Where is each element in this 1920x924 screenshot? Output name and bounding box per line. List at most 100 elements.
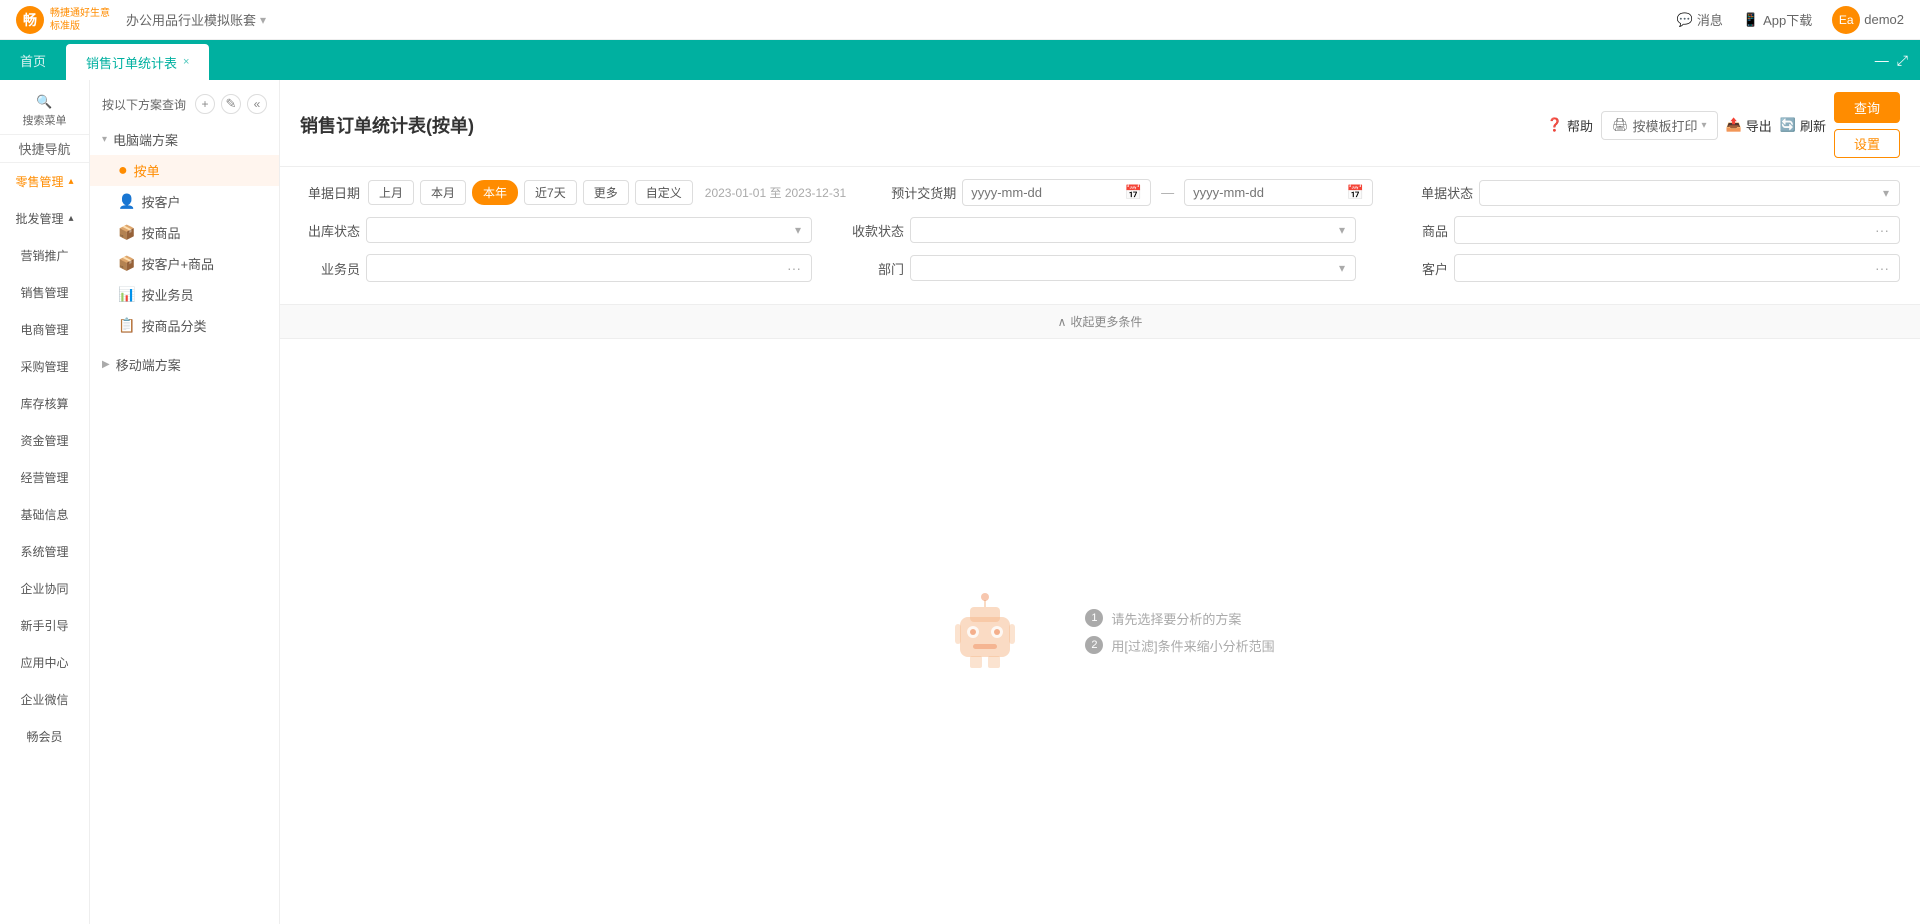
out-status-select[interactable]: ▾ xyxy=(366,217,812,243)
date-btn-last-month[interactable]: 上月 xyxy=(368,180,414,205)
collapse-bar[interactable]: ∧ 收起更多条件 xyxy=(280,305,1920,339)
export-button[interactable]: 📤 导出 xyxy=(1726,116,1772,135)
customer-label: 客户 xyxy=(1388,259,1448,278)
sidebar-item-purchase[interactable]: 采购管理 xyxy=(0,348,89,385)
lp-item-按客户商品[interactable]: 📦 按客户+商品 xyxy=(90,248,279,279)
wholesale-arrow-icon: ▴ xyxy=(68,213,73,224)
sidebar-item-operations[interactable]: 经营管理 xyxy=(0,459,89,496)
date-btn-this-month[interactable]: 本月 xyxy=(420,180,466,205)
collapse-button[interactable]: ∧ 收起更多条件 xyxy=(1058,313,1143,330)
sidebar-item-member[interactable]: 畅会员 xyxy=(0,718,89,755)
lp-item-按客户[interactable]: 👤 按客户 xyxy=(90,186,279,217)
sidebar-item-wholesale[interactable]: 批发管理 ▴ xyxy=(0,200,89,237)
sidebar-item-inventory[interactable]: 库存核算 xyxy=(0,385,89,422)
lp-item-按商品分类[interactable]: 📋 按商品分类 xyxy=(90,310,279,341)
message-button[interactable]: 💬 消息 xyxy=(1677,10,1723,29)
user-profile-button[interactable]: Ea demo2 xyxy=(1832,6,1904,34)
query-button[interactable]: 查询 xyxy=(1834,92,1900,123)
sidebar-item-wechat[interactable]: 企业微信 xyxy=(0,681,89,718)
left-panel-collapse-btn[interactable]: « xyxy=(247,94,267,114)
tab-maximize-icon[interactable]: ⤢ xyxy=(1897,52,1908,69)
payment-status-select[interactable]: ▾ xyxy=(910,217,1356,243)
date-btn-custom[interactable]: 自定义 xyxy=(635,180,693,205)
breadcrumb-arrow-icon[interactable]: ▾ xyxy=(260,13,266,27)
logo-icon: 畅 xyxy=(16,6,44,34)
refresh-button[interactable]: 🔄 刷新 xyxy=(1780,116,1826,135)
calendar-icon-from[interactable]: 📅 xyxy=(1125,184,1142,201)
salesperson-select[interactable]: ··· xyxy=(366,254,812,282)
logo-text: 畅捷通好生意 标准版 xyxy=(50,7,110,33)
tip-text-2: 用[过滤]条件来缩小分析范围 xyxy=(1111,636,1274,655)
filter-row-2: 出库状态 ▾ 收款状态 ▾ 商品 xyxy=(300,216,1900,244)
goods-dots[interactable]: ··· xyxy=(1875,222,1889,238)
tab-minimize-icon[interactable]: — xyxy=(1875,52,1889,68)
left-panel-add-btn[interactable]: + xyxy=(195,94,215,114)
expected-date-from-wrapper: 📅 xyxy=(962,179,1151,206)
payment-status-group: 收款状态 ▾ xyxy=(844,217,1356,243)
sidebar-item-ecommerce[interactable]: 电商管理 xyxy=(0,311,89,348)
status-label: 单据状态 xyxy=(1413,183,1473,202)
sidebar-item-enterprise[interactable]: 企业协同 xyxy=(0,570,89,607)
app-download-button[interactable]: 📱 App下载 xyxy=(1743,10,1812,29)
lp-item-按商品[interactable]: 📦 按商品 xyxy=(90,217,279,248)
sidebar-search[interactable]: 🔍 搜索菜单 xyxy=(0,88,89,135)
marketing-label: 营销推广 xyxy=(20,247,68,264)
date-btn-more[interactable]: 更多 xyxy=(583,180,629,205)
tip-text-1: 请先选择要分析的方案 xyxy=(1111,609,1241,628)
page-title: 销售订单统计表(按单) xyxy=(300,112,474,138)
goods-select[interactable]: ··· xyxy=(1454,216,1900,244)
page-header: 销售订单统计表(按单) ❓ 帮助 🖨 按模板打印 ▾ 📤 导出 xyxy=(280,80,1920,167)
sidebar-item-base[interactable]: 基础信息 xyxy=(0,496,89,533)
sidebar-item-finance[interactable]: 资金管理 xyxy=(0,422,89,459)
empty-tip-2: 2 用[过滤]条件来缩小分析范围 xyxy=(1085,636,1274,655)
sidebar-item-system[interactable]: 系统管理 xyxy=(0,533,89,570)
app-download-label: App下载 xyxy=(1763,10,1812,29)
tab-sales-order-stats[interactable]: 销售订单统计表 × xyxy=(66,44,209,80)
left-panel-edit-btn[interactable]: ✎ xyxy=(221,94,241,114)
appstore-label: 应用中心 xyxy=(20,654,68,671)
salesperson-dots[interactable]: ··· xyxy=(787,260,801,276)
template-print-button[interactable]: 🖨 按模板打印 ▾ xyxy=(1601,111,1718,140)
sidebar-item-retail[interactable]: 零售管理 ▴ xyxy=(0,163,89,200)
sidebar-item-appstore[interactable]: 应用中心 xyxy=(0,644,89,681)
settings-button[interactable]: 设置 xyxy=(1834,129,1900,158)
sidebar-item-guide[interactable]: 新手引导 xyxy=(0,607,89,644)
customer-dots[interactable]: ··· xyxy=(1875,260,1889,276)
date-btn-this-year[interactable]: 本年 xyxy=(472,180,518,205)
lp-section-pc-title[interactable]: ▾ 电脑端方案 xyxy=(90,124,279,155)
item-按客户-label: 按客户 xyxy=(141,192,180,211)
lp-section-mobile-title[interactable]: ▶ 移动端方案 xyxy=(90,349,279,380)
item-按单-label: 按单 xyxy=(134,161,160,180)
main-layout: 🔍 搜索菜单 快捷导航 零售管理 ▴ 批发管理 ▴ 营销推广 销售管理 电商管理… xyxy=(0,80,1920,924)
department-select[interactable]: ▾ xyxy=(910,255,1356,281)
date-separator: — xyxy=(1157,185,1178,200)
ecommerce-label: 电商管理 xyxy=(20,321,68,338)
purchase-label: 采购管理 xyxy=(20,358,68,375)
refresh-label: 刷新 xyxy=(1800,116,1826,135)
out-status-chevron-icon: ▾ xyxy=(795,223,801,237)
out-status-group: 出库状态 ▾ xyxy=(300,217,812,243)
page-main: 销售订单统计表(按单) ❓ 帮助 🖨 按模板打印 ▾ 📤 导出 xyxy=(280,80,1920,924)
operations-label: 经营管理 xyxy=(20,469,68,486)
expected-date-to-input[interactable] xyxy=(1193,185,1347,200)
help-button[interactable]: ❓ 帮助 xyxy=(1547,116,1593,135)
lp-item-按业务员[interactable]: 📊 按业务员 xyxy=(90,279,279,310)
status-select[interactable]: ▾ xyxy=(1479,180,1900,206)
breadcrumb-area[interactable]: 办公用品行业模拟账套 ▾ xyxy=(126,10,266,29)
inventory-label: 库存核算 xyxy=(20,395,68,412)
date-btn-last-7-days[interactable]: 近7天 xyxy=(524,180,577,205)
customer-select[interactable]: ··· xyxy=(1454,254,1900,282)
tab-close-icon[interactable]: × xyxy=(183,56,189,68)
collapse-up-icon: ∧ xyxy=(1058,315,1067,329)
tab-home[interactable]: 首页 xyxy=(0,40,66,80)
base-label: 基础信息 xyxy=(20,506,68,523)
lp-item-按单[interactable]: ● 按单 xyxy=(90,155,279,186)
expected-date-from-input[interactable] xyxy=(971,185,1125,200)
sidebar-item-sales[interactable]: 销售管理 xyxy=(0,274,89,311)
sidebar-quick-nav[interactable]: 快捷导航 xyxy=(0,135,89,163)
tip-num-1: 1 xyxy=(1085,609,1103,627)
calendar-icon-to[interactable]: 📅 xyxy=(1347,184,1364,201)
export-label: 导出 xyxy=(1746,116,1772,135)
sidebar-item-marketing[interactable]: 营销推广 xyxy=(0,237,89,274)
export-icon: 📤 xyxy=(1726,117,1742,133)
